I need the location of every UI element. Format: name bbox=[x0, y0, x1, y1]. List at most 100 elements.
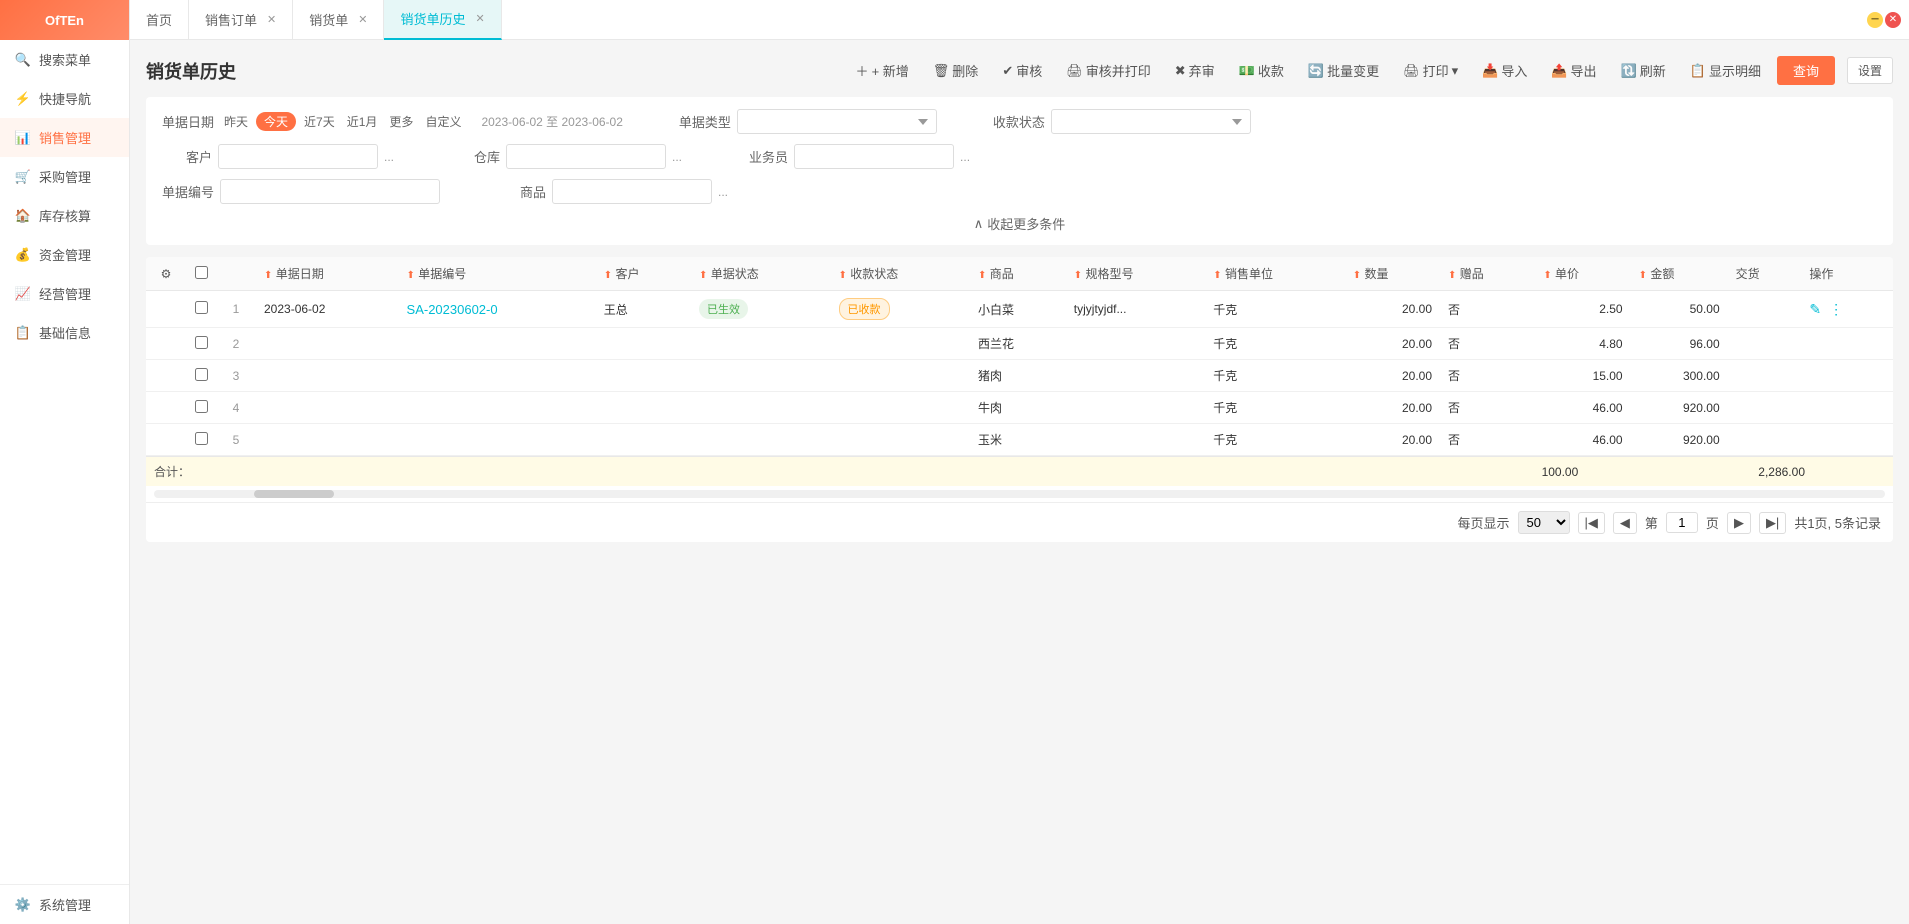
total-info: 共1页, 5条记录 bbox=[1794, 513, 1881, 532]
sidebar-item-operations[interactable]: 📈 经营管理 bbox=[0, 274, 129, 313]
edit-icon[interactable]: ✎ bbox=[1809, 301, 1821, 318]
collapse-button[interactable]: ∧ 收起更多条件 bbox=[974, 214, 1066, 233]
row-check[interactable] bbox=[186, 360, 216, 392]
col-settings-header[interactable]: ⚙ bbox=[146, 257, 186, 291]
review-button[interactable]: ✔ 审核 bbox=[994, 57, 1050, 84]
table-row: 3 猪肉 千克 20.00 否 15.00 300.00 bbox=[146, 360, 1893, 392]
print-button[interactable]: 🖨 打印 ▾ bbox=[1395, 57, 1466, 84]
page-input[interactable] bbox=[1666, 512, 1698, 533]
inventory-icon: 🏠 bbox=[15, 208, 31, 224]
col-spec-header[interactable]: ⬆ 规格型号 bbox=[1066, 257, 1205, 291]
close-tab-sales-delivery[interactable]: ✕ bbox=[358, 13, 367, 26]
next-page-button[interactable]: ▶ bbox=[1727, 512, 1751, 534]
row-docno[interactable] bbox=[399, 360, 596, 392]
row-settings bbox=[146, 392, 186, 424]
salesperson-dots[interactable]: ... bbox=[960, 150, 970, 164]
row-action bbox=[1801, 424, 1893, 456]
sidebar-item-basic-info[interactable]: 📋 基础信息 bbox=[0, 313, 129, 352]
shortcut-more[interactable]: 更多 bbox=[385, 112, 417, 131]
window-minimize[interactable]: ─ bbox=[1867, 12, 1883, 28]
more-icon[interactable]: ⋮ bbox=[1829, 301, 1843, 318]
sidebar-item-finance[interactable]: 💰 资金管理 bbox=[0, 235, 129, 274]
setting-button[interactable]: 设置 bbox=[1847, 57, 1893, 84]
col-date-header[interactable]: ⬆ 单据日期 bbox=[256, 257, 399, 291]
doc-status-badge: 已生效 bbox=[699, 299, 748, 319]
doc-type-select[interactable] bbox=[737, 109, 937, 134]
col-goods-header[interactable]: ⬆ 商品 bbox=[970, 257, 1066, 291]
row-num: 1 bbox=[216, 291, 256, 328]
shortcut-7days[interactable]: 近7天 bbox=[300, 112, 339, 131]
warehouse-dots[interactable]: ... bbox=[672, 150, 682, 164]
sidebar-item-sales-mgmt[interactable]: 📊 销售管理 bbox=[0, 118, 129, 157]
tab-sales-history[interactable]: 销货单历史 ✕ bbox=[384, 0, 501, 40]
customer-input[interactable] bbox=[218, 144, 378, 169]
close-tab-sales-history[interactable]: ✕ bbox=[476, 12, 485, 25]
row-paystatus bbox=[831, 424, 970, 456]
close-tab-sales-order[interactable]: ✕ bbox=[267, 13, 276, 26]
customer-dots[interactable]: ... bbox=[384, 150, 394, 164]
row-docno[interactable] bbox=[399, 328, 596, 360]
col-docstatus-header[interactable]: ⬆ 单据状态 bbox=[691, 257, 830, 291]
col-price-header[interactable]: ⬆ 单价 bbox=[1535, 257, 1630, 291]
tab-sales-delivery[interactable]: 销货单 ✕ bbox=[293, 0, 384, 40]
sidebar-item-sys-mgmt[interactable]: ⚙️ 系统管理 bbox=[0, 885, 129, 924]
row-check[interactable] bbox=[186, 424, 216, 456]
col-qty-header[interactable]: ⬆ 数量 bbox=[1345, 257, 1440, 291]
batch-change-button[interactable]: 🔄 批量变更 bbox=[1300, 57, 1387, 84]
row-check[interactable] bbox=[186, 392, 216, 424]
shortcut-custom[interactable]: 自定义 bbox=[421, 112, 465, 131]
col-unit-header[interactable]: ⬆ 销售单位 bbox=[1205, 257, 1344, 291]
row-docno[interactable]: SA-20230602-0 bbox=[399, 291, 596, 328]
prev-page-button[interactable]: ◀ bbox=[1613, 512, 1637, 534]
delete-button[interactable]: 🗑 删除 bbox=[925, 57, 987, 84]
row-price: 46.00 bbox=[1535, 392, 1630, 424]
row-check[interactable] bbox=[186, 328, 216, 360]
scrollbar-track[interactable] bbox=[154, 490, 1885, 498]
filter-salesperson-field: 业务员 ... bbox=[738, 144, 970, 169]
shortcut-1month[interactable]: 近1月 bbox=[343, 112, 382, 131]
refresh-button[interactable]: 🔃 刷新 bbox=[1613, 57, 1674, 84]
query-button[interactable]: 查询 bbox=[1777, 56, 1835, 85]
last-page-button[interactable]: ▶| bbox=[1759, 512, 1786, 534]
tab-sales-order[interactable]: 销售订单 ✕ bbox=[189, 0, 293, 40]
sidebar-item-search-menu[interactable]: 🔍 搜索菜单 bbox=[0, 40, 129, 79]
warehouse-input[interactable] bbox=[506, 144, 666, 169]
goods-input[interactable] bbox=[552, 179, 712, 204]
row-qty: 20.00 bbox=[1345, 424, 1440, 456]
shortcut-yesterday[interactable]: 昨天 bbox=[220, 112, 252, 131]
page-size-select[interactable]: 50 100 bbox=[1518, 511, 1570, 534]
docno-input[interactable] bbox=[220, 179, 440, 204]
sort-docno-icon: ⬆ bbox=[407, 270, 415, 281]
show-detail-button[interactable]: 📋 显示明细 bbox=[1682, 57, 1769, 84]
col-amount-header[interactable]: ⬆ 金额 bbox=[1631, 257, 1728, 291]
collect-button[interactable]: 💵 收款 bbox=[1231, 57, 1292, 84]
export-button[interactable]: 📤 导出 bbox=[1543, 57, 1604, 84]
col-paystatus-header[interactable]: ⬆ 收款状态 bbox=[831, 257, 970, 291]
row-check[interactable] bbox=[186, 291, 216, 328]
row-docno[interactable] bbox=[399, 424, 596, 456]
sidebar-item-purchase-mgmt[interactable]: 🛒 采购管理 bbox=[0, 157, 129, 196]
row-transaction bbox=[1728, 424, 1802, 456]
review-print-button[interactable]: 🖨 审核并打印 bbox=[1058, 57, 1159, 84]
abandon-button[interactable]: ✖ 弃审 bbox=[1167, 57, 1223, 84]
first-page-button[interactable]: |◀ bbox=[1578, 512, 1605, 534]
scrollbar-thumb[interactable] bbox=[254, 490, 334, 498]
goods-dots[interactable]: ... bbox=[718, 185, 728, 199]
window-close[interactable]: ✕ bbox=[1885, 12, 1901, 28]
row-date: 2023-06-02 bbox=[256, 291, 399, 328]
check-all[interactable] bbox=[195, 266, 208, 279]
new-button[interactable]: ＋ + 新增 bbox=[848, 57, 917, 84]
col-customer-header[interactable]: ⬆ 客户 bbox=[596, 257, 691, 291]
sidebar-item-quick-nav[interactable]: ⚡ 快捷导航 bbox=[0, 79, 129, 118]
filter-date-range-field: 2023-06-02 至 2023-06-02 bbox=[481, 113, 622, 130]
col-gift-header[interactable]: ⬆ 赠品 bbox=[1440, 257, 1535, 291]
shortcut-today[interactable]: 今天 bbox=[256, 112, 296, 131]
salesperson-input[interactable] bbox=[794, 144, 954, 169]
page-title: 销货单历史 bbox=[146, 58, 236, 84]
sidebar-item-inventory[interactable]: 🏠 库存核算 bbox=[0, 196, 129, 235]
col-docno-header[interactable]: ⬆ 单据编号 bbox=[399, 257, 596, 291]
payment-status-select[interactable] bbox=[1051, 109, 1251, 134]
import-button[interactable]: 📥 导入 bbox=[1474, 57, 1535, 84]
row-docno[interactable] bbox=[399, 392, 596, 424]
tab-home[interactable]: 首页 bbox=[130, 0, 189, 40]
